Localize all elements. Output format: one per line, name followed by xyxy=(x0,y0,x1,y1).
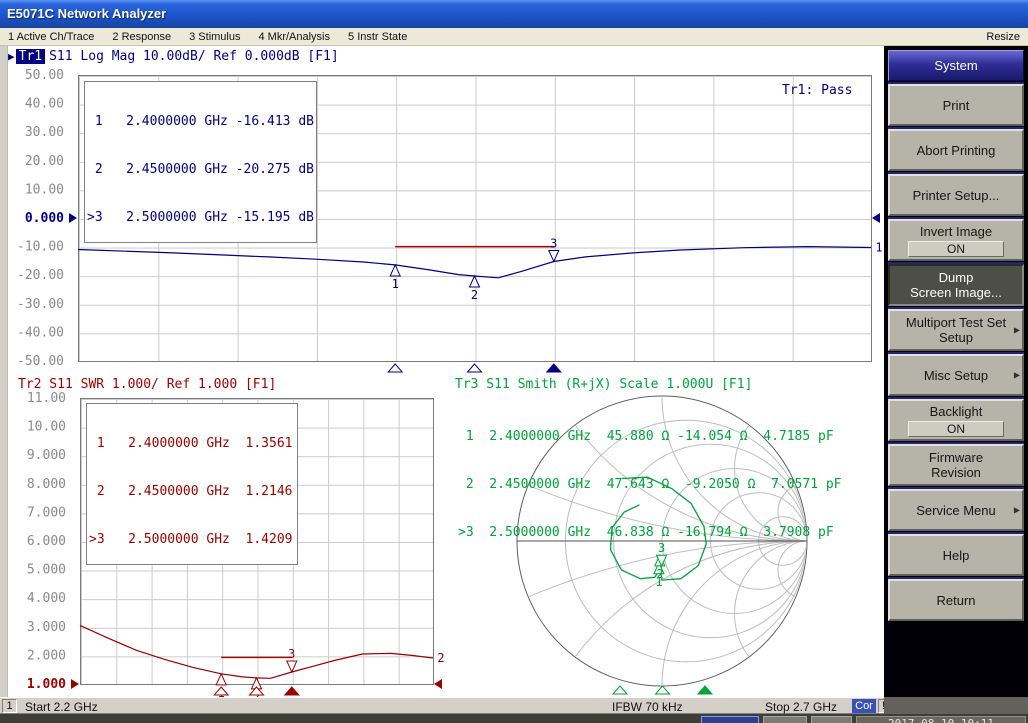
correction-status-badge: Cor xyxy=(852,699,876,713)
softkey-multiport-test-set-setup[interactable]: Multiport Test Set Setup ▶ xyxy=(888,309,1024,351)
softkey-misc-setup[interactable]: Misc Setup ▶ xyxy=(888,354,1024,396)
softkey-abort-printing[interactable]: Abort Printing xyxy=(888,129,1024,171)
active-trace-arrow-icon: ▶ xyxy=(8,50,15,63)
tr1-header: ▶Tr1 S11 Log Mag 10.00dB/ Ref 0.000dB [F1… xyxy=(8,49,339,64)
tr3-marker-row: >3 2.5000000 GHz 46.838 Ω -16.794 Ω 3.79… xyxy=(458,525,842,541)
softkey-menu-title: System xyxy=(888,50,1024,81)
submenu-arrow-icon: ▶ xyxy=(1014,368,1020,383)
submenu-arrow-icon: ▶ xyxy=(1014,503,1020,518)
window-title: E5071C Network Analyzer xyxy=(7,6,166,21)
softkey-print[interactable]: Print xyxy=(888,84,1024,126)
sweep-stop-readout: Stop 2.7 GHz xyxy=(765,700,837,714)
taskbar-button[interactable] xyxy=(811,716,852,723)
bottom-right-filler xyxy=(884,697,1028,714)
tr1-marker-row: >3 2.5000000 GHz -15.195 dB xyxy=(87,210,316,226)
tr3-header[interactable]: Tr3 S11 Smith (R+jX) Scale 1.000U [F1] xyxy=(455,377,752,392)
menu-active-ch-trace[interactable]: 1 Active Ch/Trace xyxy=(8,31,94,43)
softkey-dump-screen-image[interactable]: Dump Screen Image... xyxy=(888,264,1024,306)
clock-readout: 2017-08-10 10:11 xyxy=(856,716,1026,723)
status-bar: 1 Start 2.2 GHz IFBW 70 kHz Stop 2.7 GHz… xyxy=(0,697,884,714)
tr3-marker-row: 2 2.4500000 GHz 47.643 Ω -9.2050 Ω 7.057… xyxy=(458,477,842,493)
left-edge-strip xyxy=(0,46,8,697)
limit-test-pass-indicator: Tr1: Pass xyxy=(782,83,852,98)
menu-bar: 1 Active Ch/Trace 2 Response 3 Stimulus … xyxy=(0,28,1028,46)
softkey-printer-setup[interactable]: Printer Setup... xyxy=(888,174,1024,216)
menu-mkr-analysis[interactable]: 4 Mkr/Analysis xyxy=(258,31,330,43)
tr2-marker-row: 2 2.4500000 GHz 1.2146 xyxy=(89,484,297,500)
tr2-header[interactable]: Tr2 S11 SWR 1.000/ Ref 1.000 [F1] xyxy=(18,377,276,392)
submenu-arrow-icon: ▶ xyxy=(1014,323,1020,338)
tr1-marker-row: 2 2.4500000 GHz -20.275 dB xyxy=(87,162,316,178)
tr1-marker-table: 1 2.4000000 GHz -16.413 dB 2 2.4500000 G… xyxy=(84,81,317,243)
tr1-header-text: S11 Log Mag 10.00dB/ Ref 0.000dB [F1] xyxy=(49,49,339,64)
invert-image-state: ON xyxy=(908,241,1004,257)
tr2-marker-row: 1 2.4000000 GHz 1.3561 xyxy=(89,436,297,452)
tr2-marker-row: >3 2.5000000 GHz 1.4209 xyxy=(89,532,297,548)
taskbar-button[interactable] xyxy=(701,716,759,723)
tr3-marker-table: 1 2.4000000 GHz 45.880 Ω -14.054 Ω 4.718… xyxy=(458,397,842,557)
tr1-marker-row: 1 2.4000000 GHz -16.413 dB xyxy=(87,114,316,130)
taskbar-button[interactable] xyxy=(763,716,807,723)
window-titlebar: E5071C Network Analyzer xyxy=(0,0,1028,28)
softkey-help[interactable]: Help xyxy=(888,534,1024,576)
menu-resize[interactable]: Resize xyxy=(986,31,1020,43)
backlight-state: ON xyxy=(908,421,1004,437)
menu-response[interactable]: 2 Response xyxy=(112,31,171,43)
ifbw-readout: IFBW 70 kHz xyxy=(612,700,683,714)
clipped-taskbar-row: 2017-08-10 10:11 xyxy=(0,714,1028,723)
softkey-return[interactable]: Return xyxy=(888,579,1024,621)
sweep-start-readout: Start 2.2 GHz xyxy=(25,700,98,714)
softkey-firmware-revision[interactable]: Firmware Revision xyxy=(888,444,1024,486)
tr3-marker-row: 1 2.4000000 GHz 45.880 Ω -14.054 Ω 4.718… xyxy=(458,429,842,445)
e5071c-app: { "window": { "title": "E5071C Network A… xyxy=(0,0,1028,723)
softkey-backlight[interactable]: Backlight ON xyxy=(888,399,1024,441)
menu-instr-state[interactable]: 5 Instr State xyxy=(348,31,407,43)
softkey-sidebar: System Print Abort Printing Printer Setu… xyxy=(884,46,1028,697)
tr2-marker-table: 1 2.4000000 GHz 1.3561 2 2.4500000 GHz 1… xyxy=(86,403,298,565)
softkey-service-menu[interactable]: Service Menu ▶ xyxy=(888,489,1024,531)
menu-stimulus[interactable]: 3 Stimulus xyxy=(189,31,240,43)
softkey-invert-image[interactable]: Invert Image ON xyxy=(888,219,1024,261)
channel-number: 1 xyxy=(2,699,17,713)
tr1-name-badge[interactable]: Tr1 xyxy=(16,49,45,64)
